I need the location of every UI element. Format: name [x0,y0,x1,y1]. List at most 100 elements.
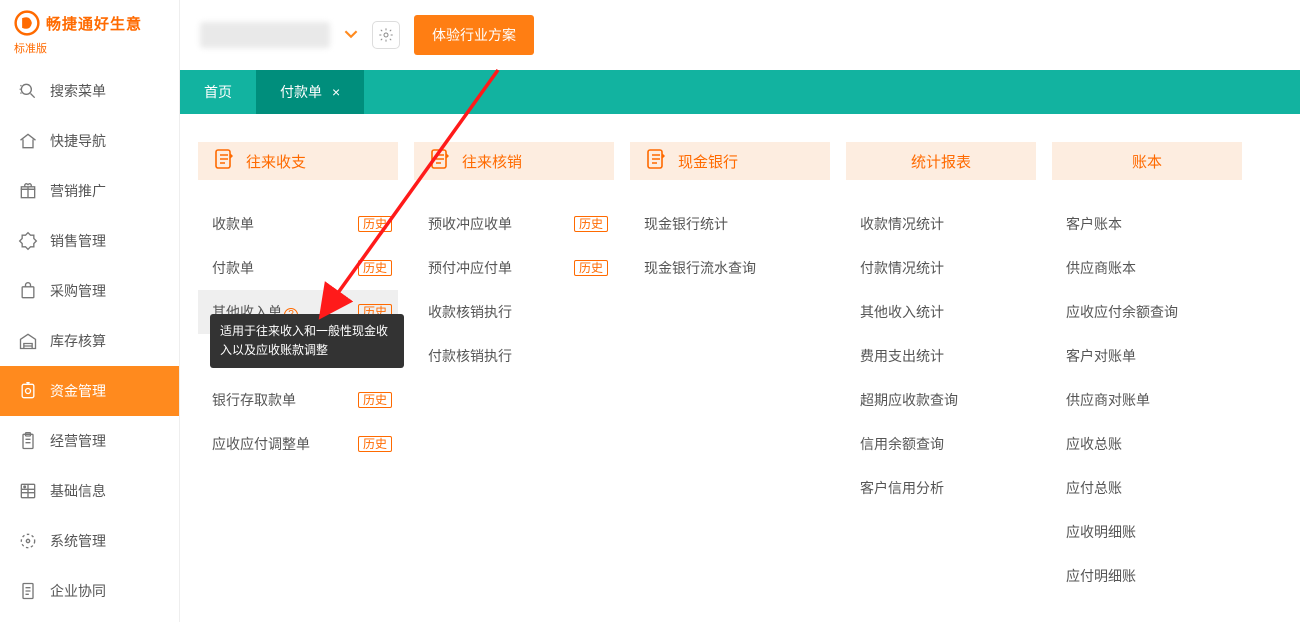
menu-group: 账本客户账本供应商账本应收应付余额查询客户对账单供应商对账单应收总账应付总账应收… [1052,142,1242,598]
menu-item[interactable]: 供应商对账单 [1052,378,1242,422]
history-badge[interactable]: 历史 [358,216,392,232]
menu-item-label: 应付总账 [1066,478,1122,498]
menu-item[interactable]: 客户信用分析 [846,466,1036,510]
gift-icon [18,181,38,201]
warehouse-icon [18,331,38,351]
menu-item[interactable]: 付款核销执行 [414,334,614,378]
account-dropdown-caret-icon[interactable] [344,27,358,44]
menu-item-label: 收款单 [212,214,254,234]
menu-item[interactable]: 付款单历史 [198,246,398,290]
menu-item[interactable]: 其他收入统计 [846,290,1036,334]
sidebar-item-money[interactable]: 资金管理 [0,366,179,416]
sidebar-item-bag[interactable]: 采购管理 [0,266,179,316]
group-list: 预收冲应收单历史预付冲应付单历史收款核销执行付款核销执行 [414,180,614,378]
group-title: 账本 [1132,151,1162,172]
cog-dashed-icon [18,531,38,551]
settings-button[interactable] [372,21,400,49]
menu-item[interactable]: 客户账本 [1052,202,1242,246]
sidebar-item-cog-dashed[interactable]: 系统管理 [0,516,179,566]
money-icon [18,381,38,401]
history-badge[interactable]: 历史 [358,260,392,276]
sidebar-item-home[interactable]: 快捷导航 [0,116,179,166]
sidebar-item-label: 资金管理 [50,381,106,401]
history-badge[interactable]: 历史 [358,436,392,452]
grid-icon [18,481,38,501]
account-selector-redacted[interactable] [200,22,330,48]
menu-item[interactable]: 应收应付余额查询 [1052,290,1242,334]
sidebar-item-label: 企业协同 [50,581,106,601]
history-badge[interactable]: 历史 [574,216,608,232]
history-badge[interactable]: 历史 [574,260,608,276]
menu-item[interactable]: 收款核销执行 [414,290,614,334]
sidebar-nav: 搜索菜单快捷导航营销推广销售管理采购管理库存核算资金管理经营管理基础信息系统管理… [0,62,179,616]
sidebar-item-label: 经营管理 [50,431,106,451]
menu-item-label: 现金银行统计 [644,214,728,234]
group-header-icon [644,147,668,175]
group-title: 统计报表 [911,151,971,172]
menu-item[interactable]: 银行存取款单历史 [198,378,398,422]
sidebar-item-label: 系统管理 [50,531,106,551]
menu-item[interactable]: 现金银行统计 [630,202,830,246]
menu-group: 现金银行现金银行统计现金银行流水查询 [630,142,830,598]
menu-item-label: 客户对账单 [1066,346,1136,366]
tab-label: 首页 [204,82,232,102]
menu-item[interactable]: 客户对账单 [1052,334,1242,378]
menu-item[interactable]: 应付总账 [1052,466,1242,510]
main-area: 体验行业方案 首页付款单× 往来收支收款单历史付款单历史其他收入单?历史费用支出… [180,0,1300,622]
clipboard-icon [18,431,38,451]
menu-item-label: 应收应付调整单 [212,434,310,454]
menu-group: 往来核销预收冲应收单历史预付冲应付单历史收款核销执行付款核销执行 [414,142,614,598]
menu-item[interactable]: 超期应收款查询 [846,378,1036,422]
badge-icon [18,231,38,251]
menu-item[interactable]: 应收总账 [1052,422,1242,466]
header: 体验行业方案 [180,0,1300,70]
menu-item-label: 付款情况统计 [860,258,944,278]
help-tooltip: 适用于往来收入和一般性现金收入以及应收账款调整 [210,314,404,368]
menu-item-label: 收款情况统计 [860,214,944,234]
sidebar-item-label: 采购管理 [50,281,106,301]
sidebar-item-note[interactable]: 企业协同 [0,566,179,616]
menu-item-label: 供应商账本 [1066,258,1136,278]
history-badge[interactable]: 历史 [358,392,392,408]
group-header: 现金银行 [630,142,830,180]
menu-group: 统计报表收款情况统计付款情况统计其他收入统计费用支出统计超期应收款查询信用余额查… [846,142,1036,598]
menu-item[interactable]: 应收明细账 [1052,510,1242,554]
tab-close-icon[interactable]: × [332,84,340,100]
menu-item[interactable]: 费用支出统计 [846,334,1036,378]
menu-item-label: 信用余额查询 [860,434,944,454]
menu-item[interactable]: 付款情况统计 [846,246,1036,290]
menu-item[interactable]: 收款情况统计 [846,202,1036,246]
brand-logo-icon [14,10,40,36]
menu-item[interactable]: 收款单 历史 [198,202,398,246]
sidebar-item-clipboard[interactable]: 经营管理 [0,416,179,466]
sidebar-item-warehouse[interactable]: 库存核算 [0,316,179,366]
menu-item[interactable]: 供应商账本 [1052,246,1242,290]
group-header-icon [428,147,452,175]
menu-item[interactable]: 现金银行流水查询 [630,246,830,290]
menu-item[interactable]: 应付明细账 [1052,554,1242,598]
sidebar-item-grid[interactable]: 基础信息 [0,466,179,516]
search-icon [18,81,38,101]
menu-item-label: 预收冲应收单 [428,214,512,234]
menu-item[interactable]: 应收应付调整单 历史 [198,422,398,466]
sidebar-item-gift[interactable]: 营销推广 [0,166,179,216]
bag-icon [18,281,38,301]
sidebar-item-badge[interactable]: 销售管理 [0,216,179,266]
menu-item[interactable]: 信用余额查询 [846,422,1036,466]
sidebar-item-search[interactable]: 搜索菜单 [0,66,179,116]
group-header: 往来收支 [198,142,398,180]
group-title: 往来核销 [462,151,522,172]
group-header: 统计报表 [846,142,1036,180]
tab-1[interactable]: 付款单× [256,70,364,114]
menu-item[interactable]: 预收冲应收单 历史 [414,202,614,246]
group-header: 账本 [1052,142,1242,180]
brand: 畅捷通好生意 [0,0,179,40]
sidebar-item-label: 库存核算 [50,331,106,351]
menu-item-label: 其他收入统计 [860,302,944,322]
menu-item[interactable]: 预付冲应付单历史 [414,246,614,290]
menu-item-label: 付款核销执行 [428,346,512,366]
group-list: 现金银行统计现金银行流水查询 [630,180,830,290]
home-icon [18,131,38,151]
industry-solution-button[interactable]: 体验行业方案 [414,15,534,55]
tab-0[interactable]: 首页 [180,70,256,114]
